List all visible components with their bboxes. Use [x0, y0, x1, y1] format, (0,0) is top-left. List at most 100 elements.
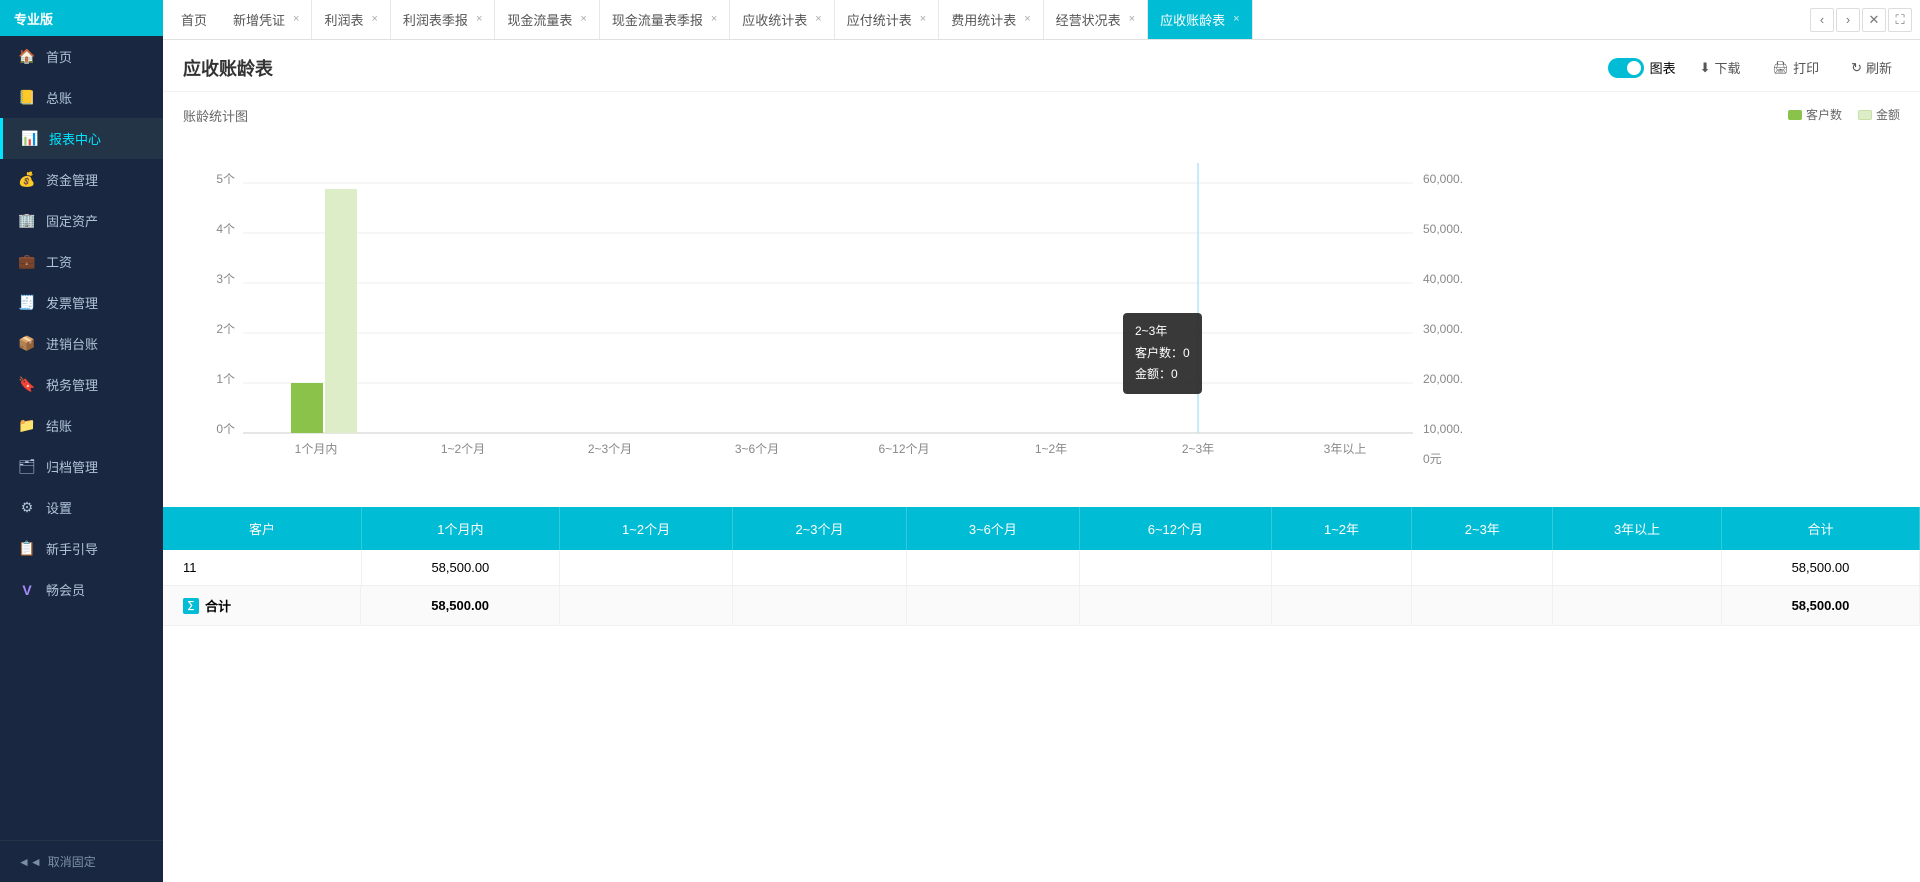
tab-close-icon[interactable]: × [711, 14, 717, 25]
svg-text:6~12个月: 6~12个月 [878, 442, 929, 456]
sidebar-item-tax[interactable]: 🔖 税务管理 [0, 364, 163, 405]
tab-ap-stats[interactable]: 应付统计表 × [835, 0, 939, 40]
tab-home[interactable]: 首页 [167, 0, 221, 40]
tab-new-voucher[interactable]: 新增凭证 × [221, 0, 312, 40]
svg-text:1~2年: 1~2年 [1035, 442, 1067, 456]
tab-operations[interactable]: 经营状况表 × [1044, 0, 1148, 40]
cell-total-m612 [1080, 586, 1272, 626]
legend-customer: 客户数 [1788, 106, 1842, 123]
tab-expense-stats[interactable]: 费用统计表 × [939, 0, 1043, 40]
col-m1: 1个月内 [361, 507, 559, 550]
col-total: 合计 [1721, 507, 1919, 550]
svg-text:4个: 4个 [216, 222, 235, 236]
svg-text:2~3个月: 2~3个月 [588, 442, 632, 456]
download-icon: ⬇ [1700, 60, 1711, 76]
tab-cashflow-quarterly[interactable]: 现金流量表季报 × [600, 0, 730, 40]
svg-text:20,000.00元: 20,000.00元 [1423, 372, 1463, 386]
tab-close-icon[interactable]: × [580, 14, 586, 25]
tab-close-icon[interactable]: × [1024, 14, 1030, 25]
tab-ar-stats[interactable]: 应收统计表 × [730, 0, 834, 40]
refresh-label: 刷新 [1866, 58, 1892, 77]
tab-label: 应收账龄表 [1160, 10, 1225, 29]
tab-next-button[interactable]: › [1836, 8, 1860, 32]
content-area: 应收账龄表 图表 ⬇ 下载 🖨 打印 ↻ 刷新 [163, 40, 1920, 882]
sidebar-item-label: 固定资产 [46, 211, 98, 230]
funds-icon: 💰 [18, 171, 36, 189]
chart-toggle-wrap: 图表 [1608, 58, 1676, 78]
print-icon: 🖨 [1773, 60, 1790, 76]
total-icon: ∑ [183, 598, 199, 614]
sidebar-item-archive[interactable]: 🗂 归档管理 [0, 446, 163, 487]
cell-m23 [733, 550, 906, 586]
sidebar-item-ledger[interactable]: 📒 总账 [0, 77, 163, 118]
tab-close-icon[interactable]: × [815, 14, 821, 25]
sidebar-item-funds[interactable]: 💰 资金管理 [0, 159, 163, 200]
cell-y3plus [1553, 550, 1722, 586]
sidebar-item-guide[interactable]: 📋 新手引导 [0, 528, 163, 569]
sidebar-item-settings[interactable]: ⚙ 设置 [0, 487, 163, 528]
cell-y12 [1271, 550, 1412, 586]
svg-text:0元: 0元 [1423, 452, 1442, 466]
col-y23: 2~3年 [1412, 507, 1553, 550]
cell-total-y23 [1412, 586, 1553, 626]
svg-text:1个: 1个 [216, 372, 235, 386]
cell-total: 58,500.00 [1721, 550, 1919, 586]
sidebar-item-stock[interactable]: 📦 进销台账 [0, 323, 163, 364]
sidebar-item-home[interactable]: 🏠 首页 [0, 36, 163, 77]
tab-label: 利润表 [324, 10, 363, 29]
sidebar-item-label: 税务管理 [46, 375, 98, 394]
refresh-button[interactable]: ↻ 刷新 [1843, 54, 1900, 81]
tab-close-icon[interactable]: × [476, 14, 482, 25]
svg-text:60,000.00元: 60,000.00元 [1423, 172, 1463, 186]
chart-toggle[interactable] [1608, 58, 1644, 78]
total-label: 合计 [205, 596, 231, 615]
sidebar-item-salary[interactable]: 💼 工资 [0, 241, 163, 282]
tab-close-icon[interactable]: × [371, 14, 377, 25]
tab-label: 现金流量表 [507, 10, 572, 29]
sidebar-item-invoice[interactable]: 🧾 发票管理 [0, 282, 163, 323]
tab-close-all-button[interactable]: ✕ [1862, 8, 1886, 32]
chart-area: 账龄统计图 客户数 金额 5个 4个 3个 2个 1个 [163, 92, 1920, 507]
tab-fullscreen-button[interactable]: ⛶ [1888, 8, 1912, 32]
tab-profit-quarterly[interactable]: 利润表季报 × [391, 0, 495, 40]
closing-icon: 📁 [18, 417, 36, 435]
col-customer: 客户 [163, 507, 361, 550]
sidebar-item-label: 工资 [46, 252, 72, 271]
cell-total-m36 [906, 586, 1079, 626]
sidebar-item-label: 结账 [46, 416, 72, 435]
sidebar-item-vip[interactable]: V 畅会员 [0, 569, 163, 610]
svg-text:3个: 3个 [216, 272, 235, 286]
sidebar-item-label: 畅会员 [46, 580, 85, 599]
tab-label: 费用统计表 [951, 10, 1016, 29]
tab-ar-aging[interactable]: 应收账龄表 × [1148, 0, 1252, 40]
refresh-icon: ↻ [1851, 60, 1862, 76]
tab-close-icon[interactable]: × [1129, 14, 1135, 25]
cell-total-m1: 58,500.00 [361, 586, 559, 626]
tab-label: 应收统计表 [742, 10, 807, 29]
svg-text:10,000.00元: 10,000.00元 [1423, 422, 1463, 436]
legend-amount-label: 金额 [1876, 106, 1900, 123]
tab-profit[interactable]: 利润表 × [312, 0, 390, 40]
tax-icon: 🔖 [18, 376, 36, 394]
tab-close-icon[interactable]: × [1233, 14, 1239, 25]
cell-total-y3plus [1553, 586, 1722, 626]
tab-close-icon[interactable]: × [293, 14, 299, 25]
sidebar-unpin-button[interactable]: ◄◄ 取消固定 [0, 840, 163, 882]
sidebar-item-assets[interactable]: 🏢 固定资产 [0, 200, 163, 241]
aging-table: 客户 1个月内 1~2个月 2~3个月 3~6个月 6~12个月 1~2年 2~… [163, 507, 1920, 626]
cell-total-m23 [733, 586, 906, 626]
tab-cashflow[interactable]: 现金流量表 × [495, 0, 599, 40]
vip-icon: V [18, 581, 36, 599]
settings-icon: ⚙ [18, 499, 36, 517]
sidebar-item-label: 归档管理 [46, 457, 98, 476]
tab-prev-button[interactable]: ‹ [1810, 8, 1834, 32]
sidebar-item-closing[interactable]: 📁 结账 [0, 405, 163, 446]
print-button[interactable]: 🖨 打印 [1765, 54, 1828, 81]
table-row: 11 58,500.00 58,500.00 [163, 550, 1920, 586]
download-button[interactable]: ⬇ 下载 [1692, 54, 1749, 81]
tab-navigation: ‹ › ✕ ⛶ [1810, 8, 1916, 32]
svg-text:0个: 0个 [216, 422, 235, 436]
sidebar-item-reports[interactable]: 📊 报表中心 [0, 118, 163, 159]
tab-label: 现金流量表季报 [612, 10, 703, 29]
tab-close-icon[interactable]: × [920, 14, 926, 25]
